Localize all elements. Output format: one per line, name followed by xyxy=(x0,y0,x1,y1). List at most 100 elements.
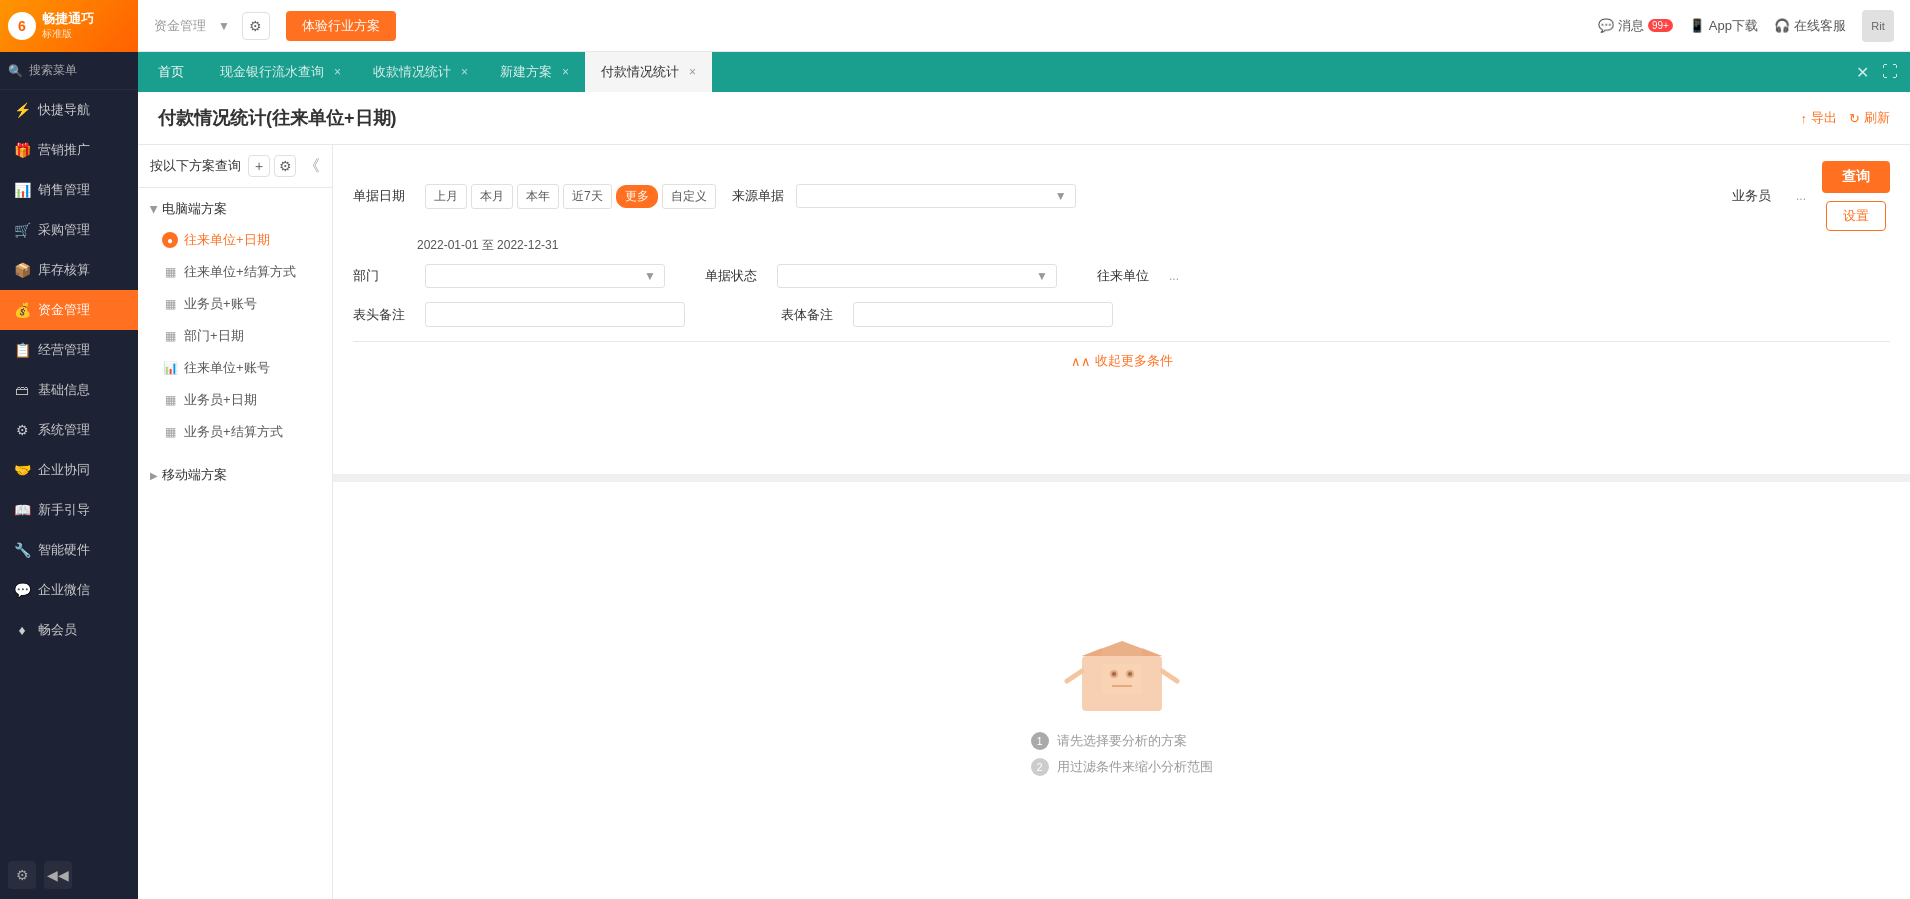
sidebar-item-label: 快捷导航 xyxy=(38,101,90,119)
table-body-note-input[interactable] xyxy=(853,302,1113,327)
date-btn-custom[interactable]: 自定义 xyxy=(662,184,716,209)
sidebar-footer: ⚙ ◀◀ xyxy=(0,851,138,899)
source-select[interactable]: ▼ xyxy=(796,184,1076,208)
sidebar-item-system[interactable]: ⚙ 系统管理 xyxy=(0,410,138,450)
sidebar-item-quick-nav[interactable]: ⚡ 快捷导航 xyxy=(0,90,138,130)
svg-rect-4 xyxy=(1102,664,1142,694)
date-btn-last-7days[interactable]: 近7天 xyxy=(563,184,612,209)
filter-row-3: 表头备注 表体备注 xyxy=(353,302,1890,327)
tab-receipt-stats-close[interactable]: × xyxy=(461,65,468,79)
tab-receipt-stats-label: 收款情况统计 xyxy=(373,63,451,81)
app-download-btn[interactable]: 📱 App下载 xyxy=(1689,17,1758,35)
svg-point-7 xyxy=(1112,672,1116,676)
online-service-btn[interactable]: 🎧 在线客服 xyxy=(1774,17,1846,35)
svg-line-10 xyxy=(1067,671,1082,681)
sidebar-item-basic[interactable]: 🗃 基础信息 xyxy=(0,370,138,410)
breadcrumb-dropdown[interactable]: ▼ xyxy=(218,19,230,33)
hint-text-2: 用过滤条件来缩小分析范围 xyxy=(1057,758,1213,776)
user-avatar[interactable]: Rit xyxy=(1862,10,1894,42)
collapse-icon: ◀◀ xyxy=(47,867,69,883)
sidebar-search[interactable]: 🔍 搜索菜单 xyxy=(0,52,138,90)
tab-payment-stats[interactable]: 付款情况统计 × xyxy=(585,52,712,92)
tab-payment-stats-close[interactable]: × xyxy=(689,65,696,79)
quick-nav-icon: ⚡ xyxy=(14,102,30,118)
tab-maximize-btn[interactable]: ⛶ xyxy=(1878,60,1902,84)
chart-icon: 📊 xyxy=(162,360,178,376)
dept-select[interactable]: ▼ xyxy=(425,264,665,288)
date-btn-last-month[interactable]: 上月 xyxy=(425,184,467,209)
scheme-group-desktop-header[interactable]: ▶ 电脑端方案 xyxy=(138,194,332,224)
scheme-panel-header: 按以下方案查询 + ⚙ 《 xyxy=(138,145,332,188)
settings-icon: ⚙ xyxy=(279,158,292,174)
empty-text: 1 请先选择要分析的方案 2 用过滤条件来缩小分析范围 xyxy=(1031,732,1213,776)
scheme-add-btn[interactable]: + xyxy=(248,155,270,177)
sidebar-item-hardware[interactable]: 🔧 智能硬件 xyxy=(0,530,138,570)
filter-settings-btn[interactable]: 设置 xyxy=(1826,201,1886,231)
collapse-bar[interactable]: ∧∧ 收起更多条件 xyxy=(353,341,1890,380)
sidebar-item-finance[interactable]: 💰 资金管理 xyxy=(0,290,138,330)
operation-icon: 📋 xyxy=(14,342,30,358)
sidebar-item-guide[interactable]: 📖 新手引导 xyxy=(0,490,138,530)
sidebar-item-label: 智能硬件 xyxy=(38,541,90,559)
counterpart-dots[interactable]: ... xyxy=(1169,269,1179,283)
scheme-collapse-btn[interactable]: 《 xyxy=(304,156,320,177)
user-name: Rit xyxy=(1871,20,1884,32)
scheme-item-counterpart-date[interactable]: ● 往来单位+日期 xyxy=(138,224,332,256)
scheme-item-staff-settlement[interactable]: ▦ 业务员+结算方式 xyxy=(138,416,332,448)
tab-receipt-stats[interactable]: 收款情况统计 × xyxy=(357,52,484,92)
tab-new-scheme-close[interactable]: × xyxy=(562,65,569,79)
sidebar-item-marketing[interactable]: 🎁 营销推广 xyxy=(0,130,138,170)
refresh-btn[interactable]: ↻ 刷新 xyxy=(1849,109,1890,127)
scheme-item-staff-account[interactable]: ▦ 业务员+账号 xyxy=(138,288,332,320)
app-download-label: App下载 xyxy=(1709,17,1758,35)
table-header-note-input[interactable] xyxy=(425,302,685,327)
sidebar-item-cooperation[interactable]: 🤝 企业协同 xyxy=(0,450,138,490)
sidebar: 6 畅捷通巧 标准版 🔍 搜索菜单 ⚡ 快捷导航 🎁 营销推广 📊 销售管理 🛒… xyxy=(0,0,138,899)
date-range-value: 2022-01-01 至 2022-12-31 xyxy=(417,237,558,254)
tab-bank-flow[interactable]: 现金银行流水查询 × xyxy=(204,52,357,92)
dept-label: 部门 xyxy=(353,267,409,285)
tabbar: 首页 现金银行流水查询 × 收款情况统计 × 新建方案 × 付款情况统计 × ✕… xyxy=(138,52,1910,92)
empty-state: 1 请先选择要分析的方案 2 用过滤条件来缩小分析范围 xyxy=(333,482,1910,899)
tab-bank-flow-close[interactable]: × xyxy=(334,65,341,79)
svg-point-8 xyxy=(1128,672,1132,676)
inventory-icon: 📦 xyxy=(14,262,30,278)
export-btn[interactable]: ↑ 导出 xyxy=(1801,109,1838,127)
query-btn[interactable]: 查询 xyxy=(1822,161,1890,193)
scheme-settings-btn[interactable]: ⚙ xyxy=(274,155,296,177)
topbar-settings-btn[interactable]: ⚙ xyxy=(242,12,270,40)
table-icon: ▦ xyxy=(162,392,178,408)
voucher-status-select[interactable]: ▼ xyxy=(777,264,1057,288)
sidebar-item-sales[interactable]: 📊 销售管理 xyxy=(0,170,138,210)
marketing-icon: 🎁 xyxy=(14,142,30,158)
scheme-item-counterpart-account[interactable]: 📊 往来单位+账号 xyxy=(138,352,332,384)
basic-icon: 🗃 xyxy=(14,382,30,398)
app-version: 标准版 xyxy=(42,27,94,41)
sidebar-item-wechat[interactable]: 💬 企业微信 xyxy=(0,570,138,610)
add-icon: + xyxy=(255,158,263,174)
trial-btn[interactable]: 体验行业方案 xyxy=(286,11,396,41)
date-btn-this-year[interactable]: 本年 xyxy=(517,184,559,209)
sidebar-item-purchase[interactable]: 🛒 采购管理 xyxy=(0,210,138,250)
scheme-group-mobile-header[interactable]: ▶ 移动端方案 xyxy=(138,460,332,490)
scheme-item-dept-date[interactable]: ▦ 部门+日期 xyxy=(138,320,332,352)
sidebar-item-label: 营销推广 xyxy=(38,141,90,159)
staff-label: 业务员 xyxy=(1732,187,1788,205)
sidebar-item-inventory[interactable]: 📦 库存核算 xyxy=(0,250,138,290)
staff-dots[interactable]: ... xyxy=(1796,189,1806,203)
guide-icon: 📖 xyxy=(14,502,30,518)
date-btn-more[interactable]: 更多 xyxy=(616,185,658,208)
sidebar-settings-btn[interactable]: ⚙ xyxy=(8,861,36,889)
sidebar-item-member[interactable]: ♦ 畅会员 xyxy=(0,610,138,650)
sidebar-collapse-btn[interactable]: ◀◀ xyxy=(44,861,72,889)
tab-new-scheme[interactable]: 新建方案 × xyxy=(484,52,585,92)
tab-close-all-btn[interactable]: ✕ xyxy=(1850,60,1874,84)
hardware-icon: 🔧 xyxy=(14,542,30,558)
scheme-item-staff-date[interactable]: ▦ 业务员+日期 xyxy=(138,384,332,416)
sidebar-item-operation[interactable]: 📋 经营管理 xyxy=(0,330,138,370)
tab-home[interactable]: 首页 xyxy=(138,52,204,92)
scheme-item-counterpart-settlement[interactable]: ▦ 往来单位+结算方式 xyxy=(138,256,332,288)
date-range-display: 2022-01-01 至 2022-12-31 xyxy=(353,237,1890,254)
messages-btn[interactable]: 💬 消息 99+ xyxy=(1598,17,1673,35)
date-btn-this-month[interactable]: 本月 xyxy=(471,184,513,209)
